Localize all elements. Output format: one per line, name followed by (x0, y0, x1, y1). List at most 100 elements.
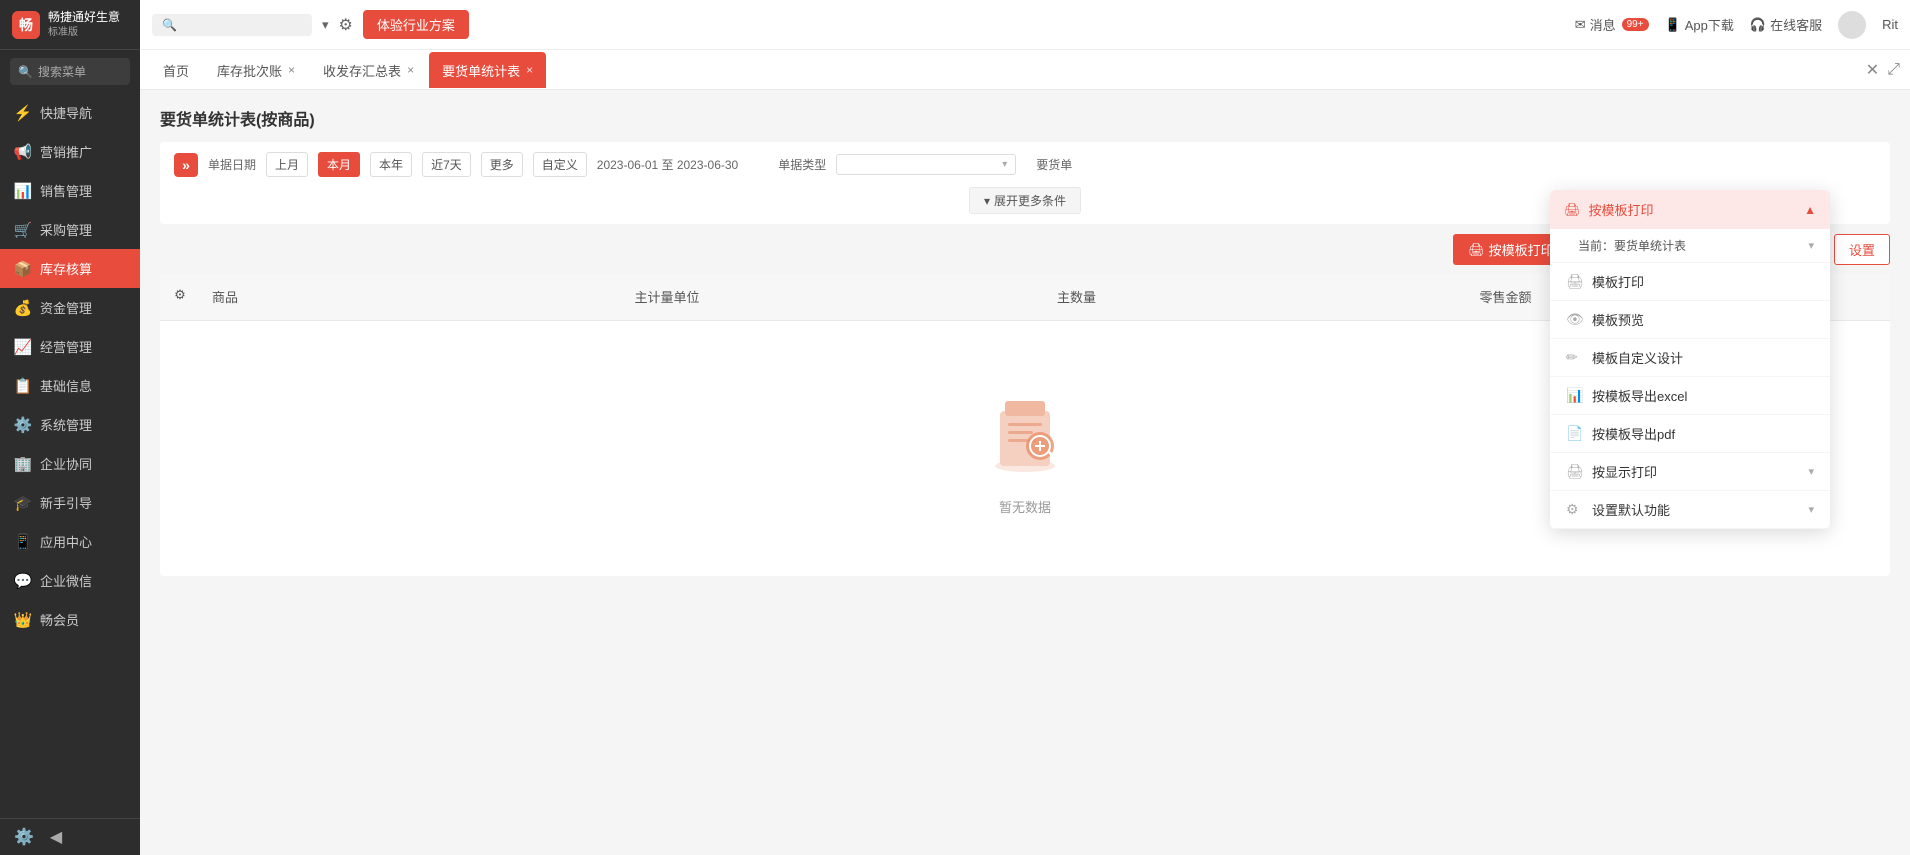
app-download-button[interactable]: 📱 App下载 (1665, 15, 1734, 34)
sidebar-item-finance[interactable]: 💰 资金管理 (0, 288, 140, 327)
tab-collection-summary-label: 收发存汇总表 (323, 61, 401, 80)
th-unit: 主计量单位 (623, 281, 1046, 312)
sidebar-bottom: ⚙️ ◀ (0, 818, 140, 855)
sidebar-item-purchase[interactable]: 🛒 采购管理 (0, 210, 140, 249)
newbie-icon: 🎓 (14, 494, 32, 512)
online-service-button[interactable]: 🎧 在线客服 (1750, 15, 1822, 34)
print-dropdown-overlay: 🖨 按模板打印 ▲ 当前：要货单统计表 ▾ 🖨 模板打印 👁 模板预览 (1550, 190, 1830, 529)
sidebar-item-newbie[interactable]: 🎓 新手引导 (0, 483, 140, 522)
inventory-icon: 📦 (14, 260, 32, 278)
tab-home[interactable]: 首页 (150, 52, 202, 88)
tab-collection-summary-close[interactable]: × (407, 63, 414, 77)
user-name[interactable]: Rit (1882, 17, 1898, 32)
tab-inventory-batch-label: 库存批次账 (217, 61, 282, 80)
messages-badge: 99+ (1622, 18, 1649, 31)
expand-more-button[interactable]: ▾ 展开更多条件 (969, 187, 1081, 214)
export-excel-icon: 📊 (1566, 387, 1582, 404)
avatar[interactable] (1838, 11, 1866, 39)
current-template-item[interactable]: 当前：要货单统计表 ▾ (1550, 229, 1830, 263)
search-icon: 🔍 (18, 65, 33, 79)
sidebar: 畅 畅捷通好生意 标准版 🔍 搜索菜单 ⚡ 快捷导航 📢 营销推广 📊 销售管理… (0, 0, 140, 855)
sidebar-item-member[interactable]: 👑 畅会员 (0, 600, 140, 639)
template-custom-icon: ✏ (1566, 349, 1582, 366)
date-range-text: 2023-06-01 至 2023-06-30 (597, 156, 738, 173)
date-filter-label: 单据日期 (208, 156, 256, 173)
operation-label: 经营管理 (40, 337, 92, 356)
current-month-button[interactable]: 本月 (318, 152, 360, 177)
dropdown-item-template-custom[interactable]: ✏ 模板自定义设计 (1550, 339, 1830, 377)
sidebar-collapse-icon[interactable]: ◀ (50, 827, 62, 847)
sidebar-logo: 畅 畅捷通好生意 标准版 (0, 0, 140, 50)
app-logo-icon: 畅 (12, 11, 40, 39)
sidebar-item-wechat[interactable]: 💬 企业微信 (0, 561, 140, 600)
order-type-filter: 单据类型 ▾ (778, 154, 1016, 175)
messages-button[interactable]: ✉ 消息 99+ (1575, 15, 1649, 34)
sidebar-item-sales[interactable]: 📊 销售管理 (0, 171, 140, 210)
sidebar-settings-icon[interactable]: ⚙️ (14, 827, 34, 847)
sidebar-item-marketing[interactable]: 📢 营销推广 (0, 132, 140, 171)
tab-requisition-stats[interactable]: 要货单统计表 × (429, 52, 546, 88)
default-func-icon: ⚙ (1566, 501, 1582, 518)
display-print-left: 🖨 按显示打印 (1566, 462, 1657, 481)
custom-date-button[interactable]: 自定义 (533, 152, 587, 177)
sidebar-item-system[interactable]: ⚙️ 系统管理 (0, 405, 140, 444)
sidebar-search-area[interactable]: 🔍 搜索菜单 (0, 50, 140, 93)
settings-button[interactable]: 设置 (1834, 234, 1890, 265)
tab-collection-summary[interactable]: 收发存汇总表 × (310, 52, 427, 88)
topbar-search[interactable]: 🔍 (152, 14, 312, 36)
th-settings[interactable]: ⚙ (160, 281, 200, 312)
tab-requisition-stats-close[interactable]: × (526, 63, 533, 77)
dropdown-section-display-print[interactable]: 🖨 按显示打印 ▾ (1550, 453, 1830, 491)
finance-icon: 💰 (14, 299, 32, 317)
newbie-label: 新手引导 (40, 493, 92, 512)
app-download-icon: 📱 (1665, 17, 1681, 33)
sidebar-item-operation[interactable]: 📈 经营管理 (0, 327, 140, 366)
member-icon: 👑 (14, 611, 32, 629)
dropdown-up-arrow[interactable]: ▲ (1804, 203, 1816, 217)
export-excel-label: 按模板导出excel (1592, 386, 1687, 405)
system-icon: ⚙️ (14, 416, 32, 434)
tab-inventory-batch[interactable]: 库存批次账 × (204, 52, 308, 88)
dropdown-item-template-print[interactable]: 🖨 模板打印 (1550, 263, 1830, 301)
dropdown-item-export-excel[interactable]: 📊 按模板导出excel (1550, 377, 1830, 415)
enterprise-label: 企业协同 (40, 454, 92, 473)
trial-industry-button[interactable]: 体验行业方案 (363, 10, 469, 39)
topbar-gear-icon[interactable]: ⚙ (339, 15, 353, 35)
tabs-expand-button[interactable]: ⤢ (1887, 60, 1900, 80)
topbar: 🔍 ▾ ⚙ 体验行业方案 ✉ 消息 99+ 📱 App下载 🎧 在线客服 Rit (140, 0, 1910, 50)
order-type-select[interactable]: ▾ (836, 154, 1016, 175)
empty-text: 暂无数据 (999, 497, 1051, 516)
more-date-button[interactable]: 更多 (481, 152, 523, 177)
tabs-close-button[interactable]: ✕ (1866, 60, 1879, 80)
sales-label: 销售管理 (40, 181, 92, 200)
sidebar-search-button[interactable]: 🔍 搜索菜单 (10, 58, 130, 85)
dropdown-header: 🖨 按模板打印 ▲ (1550, 190, 1830, 229)
sales-icon: 📊 (14, 182, 32, 200)
sidebar-item-quick-nav[interactable]: ⚡ 快捷导航 (0, 93, 140, 132)
prev-month-button[interactable]: 上月 (266, 152, 308, 177)
quick-nav-icon: ⚡ (14, 104, 32, 122)
order-type-label: 单据类型 (778, 156, 826, 173)
template-print-label: 模板打印 (1592, 272, 1644, 291)
dropdown-section-default-func[interactable]: ⚙ 设置默认功能 ▾ (1550, 491, 1830, 529)
filter-expand-button[interactable]: » (174, 153, 198, 177)
online-service-label: 在线客服 (1770, 15, 1822, 34)
dropdown-title-text: 按模板打印 (1589, 200, 1654, 219)
app-logo-text: 畅捷通好生意 标准版 (48, 10, 120, 39)
display-print-label: 按显示打印 (1592, 462, 1657, 481)
purchase-label: 采购管理 (40, 220, 92, 239)
tab-inventory-batch-close[interactable]: × (288, 63, 295, 77)
dropdown-item-export-pdf[interactable]: 📄 按模板导出pdf (1550, 415, 1830, 453)
dropdown-item-template-preview[interactable]: 👁 模板预览 (1550, 301, 1830, 339)
last-7-days-button[interactable]: 近7天 (422, 152, 471, 177)
current-year-button[interactable]: 本年 (370, 152, 412, 177)
sidebar-item-enterprise[interactable]: 🏢 企业协同 (0, 444, 140, 483)
app-center-label: 应用中心 (40, 532, 92, 551)
sidebar-item-inventory[interactable]: 📦 库存核算 (0, 249, 140, 288)
tabs-bar: 首页 库存批次账 × 收发存汇总表 × 要货单统计表 × ✕ ⤢ (140, 50, 1910, 90)
sidebar-item-basic-info[interactable]: 📋 基础信息 (0, 366, 140, 405)
sidebar-item-app-center[interactable]: 📱 应用中心 (0, 522, 140, 561)
topbar-dropdown-chevron[interactable]: ▾ (322, 17, 329, 33)
page-content: 要货单统计表(按商品) » 单据日期 上月 本月 本年 近7天 更多 自定义 2… (140, 90, 1910, 855)
wechat-icon: 💬 (14, 572, 32, 590)
